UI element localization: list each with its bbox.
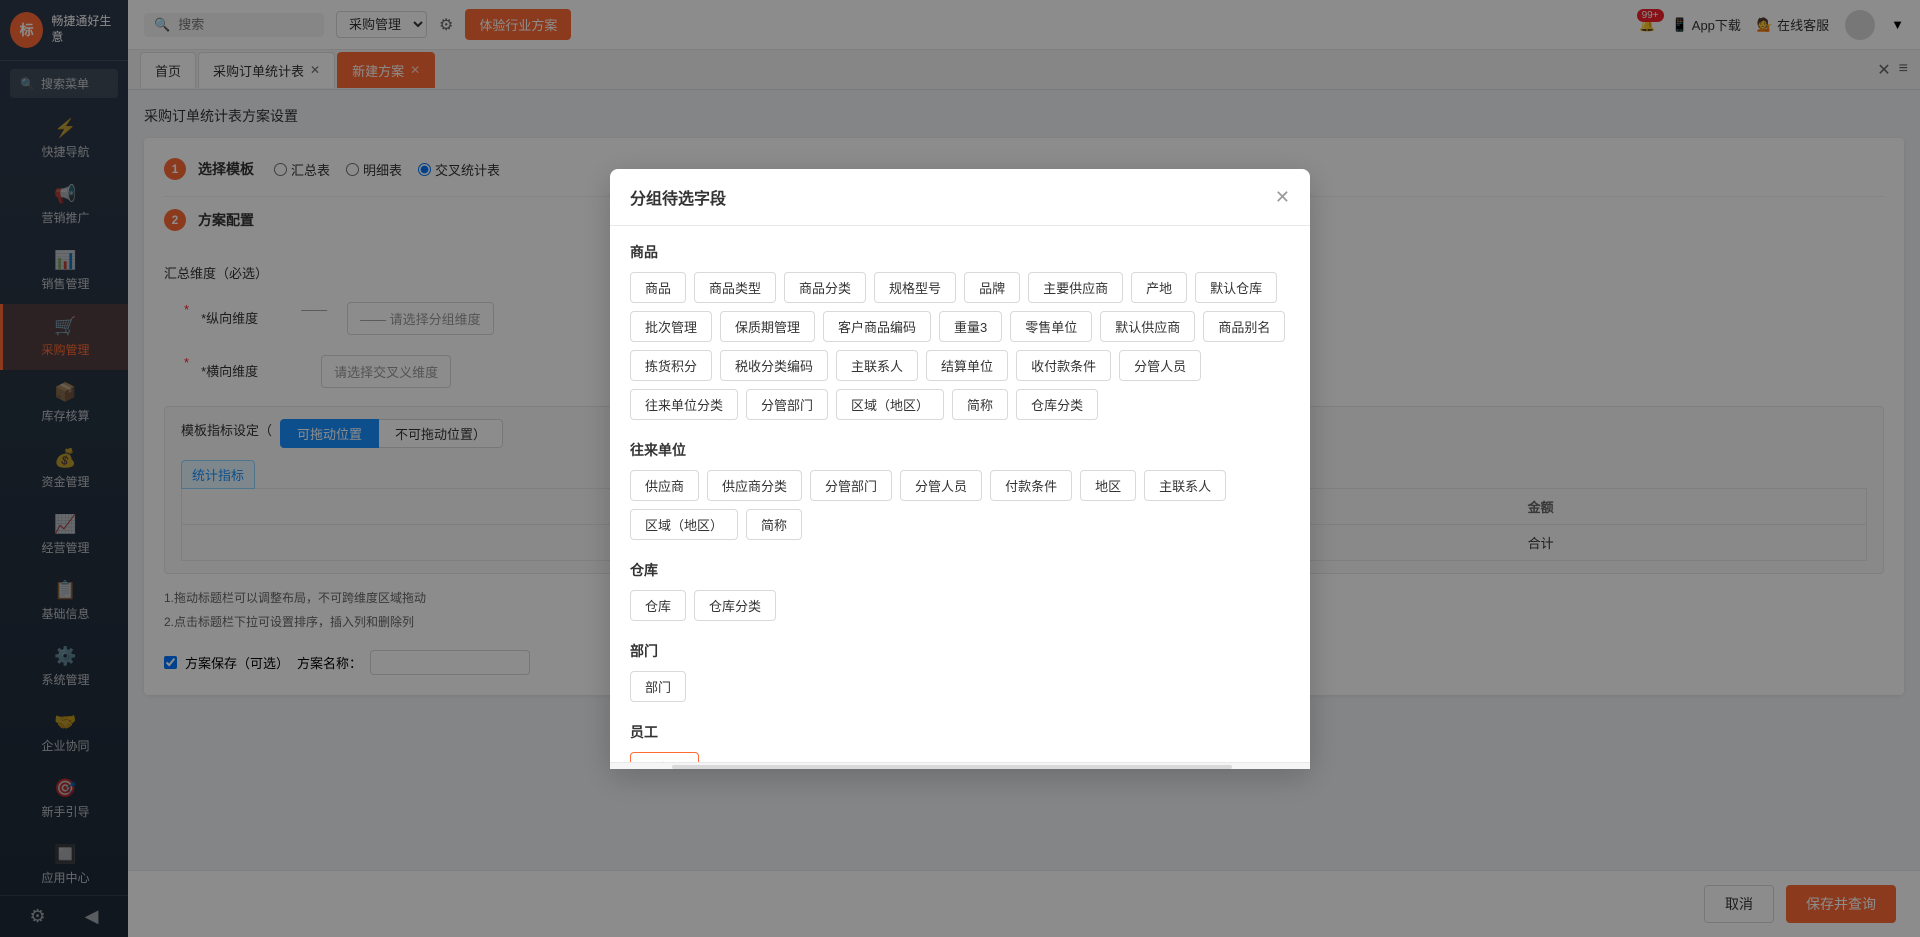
modal-close-button[interactable]: ✕ (1275, 188, 1290, 206)
field-item[interactable]: 主联系人 (1144, 470, 1226, 501)
field-item[interactable]: 区域（地区） (836, 389, 944, 420)
field-item[interactable]: 付款条件 (990, 470, 1072, 501)
field-group-title: 部门 (630, 641, 1290, 661)
field-group: 商品商品商品类型商品分类规格型号品牌主要供应商产地默认仓库批次管理保质期管理客户… (630, 242, 1290, 420)
field-item[interactable]: 业务员 (630, 752, 699, 763)
modal-header: 分组待选字段 ✕ (610, 169, 1310, 226)
modal-footer-scroll (610, 762, 1310, 768)
field-items: 部门 (630, 671, 1290, 702)
field-group-title: 仓库 (630, 560, 1290, 580)
field-item[interactable]: 商品 (630, 272, 686, 303)
field-item[interactable]: 商品分类 (784, 272, 866, 303)
field-group-title: 商品 (630, 242, 1290, 262)
field-item[interactable]: 收付款条件 (1016, 350, 1111, 381)
field-group-title: 员工 (630, 722, 1290, 742)
field-item[interactable]: 主联系人 (836, 350, 918, 381)
field-item[interactable]: 简称 (952, 389, 1008, 420)
field-item[interactable]: 简称 (746, 509, 802, 540)
field-item[interactable]: 产地 (1131, 272, 1187, 303)
field-items: 商品商品类型商品分类规格型号品牌主要供应商产地默认仓库批次管理保质期管理客户商品… (630, 272, 1290, 420)
field-item[interactable]: 地区 (1080, 470, 1136, 501)
field-group-title: 往来单位 (630, 440, 1290, 460)
field-item[interactable]: 供应商分类 (707, 470, 802, 501)
field-group: 往来单位供应商供应商分类分管部门分管人员付款条件地区主联系人区域（地区） 简称 (630, 440, 1290, 540)
field-items: 仓库仓库分类 (630, 590, 1290, 621)
field-item[interactable]: 保质期管理 (720, 311, 815, 342)
field-item[interactable]: 默认供应商 (1100, 311, 1195, 342)
field-item[interactable]: 税收分类编码 (720, 350, 828, 381)
field-item[interactable]: 分管人员 (900, 470, 982, 501)
field-item[interactable]: 结算单位 (926, 350, 1008, 381)
field-item[interactable]: 批次管理 (630, 311, 712, 342)
field-item[interactable]: 供应商 (630, 470, 699, 501)
field-item[interactable]: 默认仓库 (1195, 272, 1277, 303)
hscroll-thumb[interactable] (672, 765, 1232, 769)
field-item[interactable]: 商品类型 (694, 272, 776, 303)
field-item[interactable]: 分管人员 (1119, 350, 1201, 381)
field-group: 员工业务员 (630, 722, 1290, 763)
field-item[interactable]: 分管部门 (810, 470, 892, 501)
field-item[interactable]: 零售单位 (1010, 311, 1092, 342)
field-item[interactable]: 仓库 (630, 590, 686, 621)
field-item[interactable]: 分管部门 (746, 389, 828, 420)
field-item[interactable]: 规格型号 (874, 272, 956, 303)
field-items: 供应商供应商分类分管部门分管人员付款条件地区主联系人区域（地区） 简称 (630, 470, 1290, 540)
modal-title: 分组待选字段 (630, 185, 726, 209)
field-item[interactable]: 主要供应商 (1028, 272, 1123, 303)
modal-dialog: 分组待选字段 ✕ 商品商品商品类型商品分类规格型号品牌主要供应商产地默认仓库批次… (610, 169, 1310, 769)
field-item[interactable]: 区域（地区） (630, 509, 738, 540)
field-group: 部门部门 (630, 641, 1290, 702)
field-item[interactable]: 商品别名 (1203, 311, 1285, 342)
field-item[interactable]: 部门 (630, 671, 686, 702)
modal-body: 商品商品商品类型商品分类规格型号品牌主要供应商产地默认仓库批次管理保质期管理客户… (610, 226, 1310, 763)
modal-overlay[interactable]: 分组待选字段 ✕ 商品商品商品类型商品分类规格型号品牌主要供应商产地默认仓库批次… (0, 0, 1920, 937)
field-item[interactable]: 拣货积分 (630, 350, 712, 381)
field-item[interactable]: 仓库分类 (1016, 389, 1098, 420)
field-item[interactable]: 品牌 (964, 272, 1020, 303)
field-items: 业务员 (630, 752, 1290, 763)
field-item[interactable]: 仓库分类 (694, 590, 776, 621)
field-group: 仓库仓库仓库分类 (630, 560, 1290, 621)
field-item[interactable]: 客户商品编码 (823, 311, 931, 342)
field-item[interactable]: 往来单位分类 (630, 389, 738, 420)
field-item[interactable]: 重量3 (939, 311, 1002, 342)
